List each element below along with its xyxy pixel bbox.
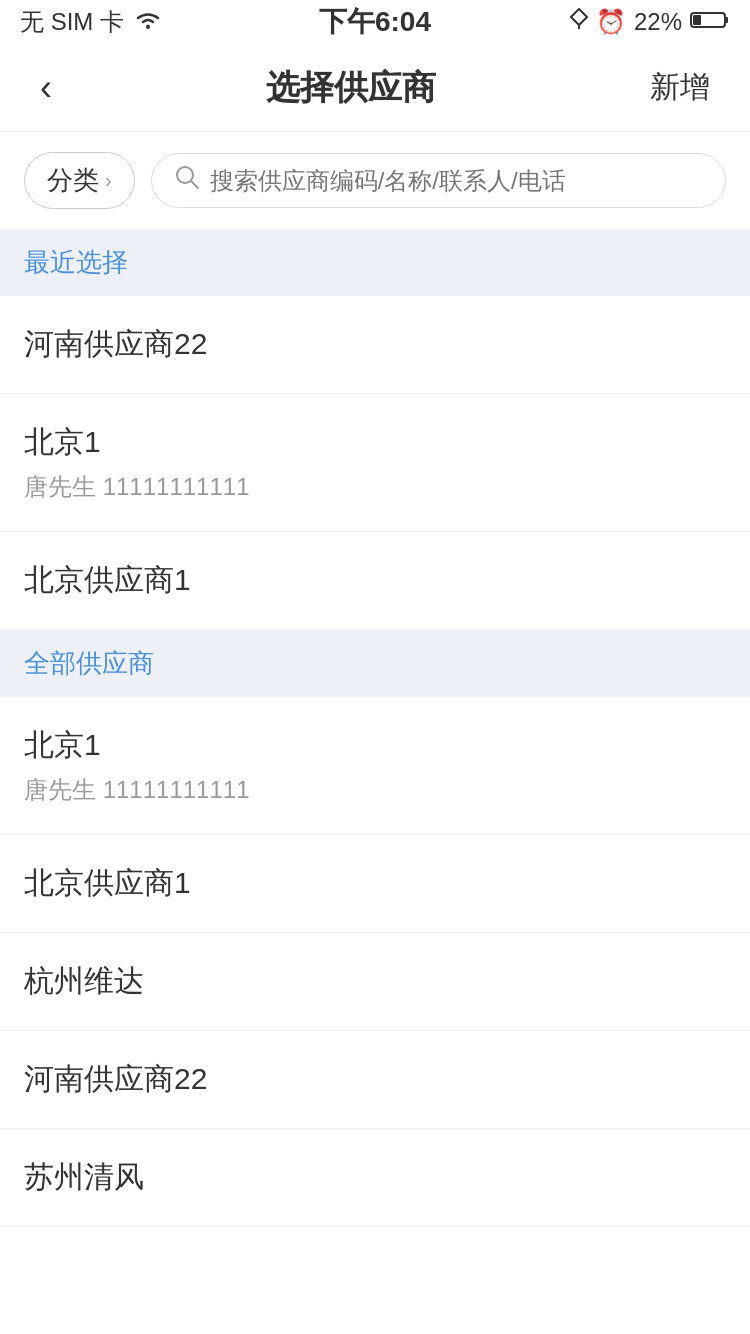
- item-name: 河南供应商22: [24, 324, 726, 365]
- item-name: 河南供应商22: [24, 1059, 726, 1100]
- recent-list-item[interactable]: 北京供应商1: [0, 532, 750, 630]
- add-button[interactable]: 新增: [640, 57, 720, 118]
- page-title: 选择供应商: [266, 65, 436, 111]
- alarm-icon: ⏰: [596, 8, 626, 36]
- all-list-item[interactable]: 北京1 唐先生 11111111111: [0, 697, 750, 835]
- svg-rect-2: [693, 15, 701, 25]
- search-input[interactable]: [210, 167, 703, 195]
- item-name: 北京供应商1: [24, 863, 726, 904]
- item-name: 北京1: [24, 725, 726, 766]
- location-icon: [570, 8, 588, 36]
- recent-list-item[interactable]: 河南供应商22: [0, 296, 750, 394]
- item-name: 杭州维达: [24, 961, 726, 1002]
- category-button[interactable]: 分类 ›: [24, 152, 135, 209]
- svg-rect-3: [725, 17, 728, 23]
- search-icon: [174, 164, 200, 197]
- search-box: [151, 153, 726, 208]
- wifi-icon: [134, 8, 162, 36]
- all-section-header: 全部供应商: [0, 630, 750, 697]
- battery-label: 22%: [634, 8, 682, 36]
- svg-point-0: [146, 25, 150, 29]
- status-time: 下午6:04: [319, 3, 431, 41]
- filter-bar: 分类 ›: [0, 132, 750, 229]
- svg-line-5: [191, 181, 198, 188]
- item-name: 北京1: [24, 422, 726, 463]
- item-name: 北京供应商1: [24, 560, 726, 601]
- all-list-item[interactable]: 杭州维达: [0, 933, 750, 1031]
- recent-items-list: 河南供应商22 北京1 唐先生 11111111111 北京供应商1: [0, 296, 750, 630]
- all-items-list: 北京1 唐先生 11111111111 北京供应商1 杭州维达河南供应商22 苏州清风: [0, 697, 750, 1227]
- carrier-label: 无 SIM 卡: [20, 6, 124, 38]
- chevron-right-icon: ›: [105, 169, 112, 192]
- all-list-item[interactable]: 河南供应商22: [0, 1031, 750, 1129]
- category-label: 分类: [47, 163, 99, 198]
- status-right: ⏰ 22%: [570, 8, 730, 36]
- status-bar: 无 SIM 卡 下午6:04 ⏰ 22%: [0, 0, 750, 44]
- recent-list-item[interactable]: 北京1 唐先生 11111111111: [0, 394, 750, 532]
- item-name: 苏州清风: [24, 1157, 726, 1198]
- item-sub: 唐先生 11111111111: [24, 774, 726, 806]
- recent-section-header: 最近选择: [0, 229, 750, 296]
- battery-icon: [690, 8, 730, 36]
- back-button[interactable]: ‹: [30, 57, 62, 119]
- all-list-item[interactable]: 北京供应商1: [0, 835, 750, 933]
- status-left: 无 SIM 卡: [20, 6, 162, 38]
- nav-bar: ‹ 选择供应商 新增: [0, 44, 750, 132]
- item-sub: 唐先生 11111111111: [24, 471, 726, 503]
- all-list-item[interactable]: 苏州清风: [0, 1129, 750, 1227]
